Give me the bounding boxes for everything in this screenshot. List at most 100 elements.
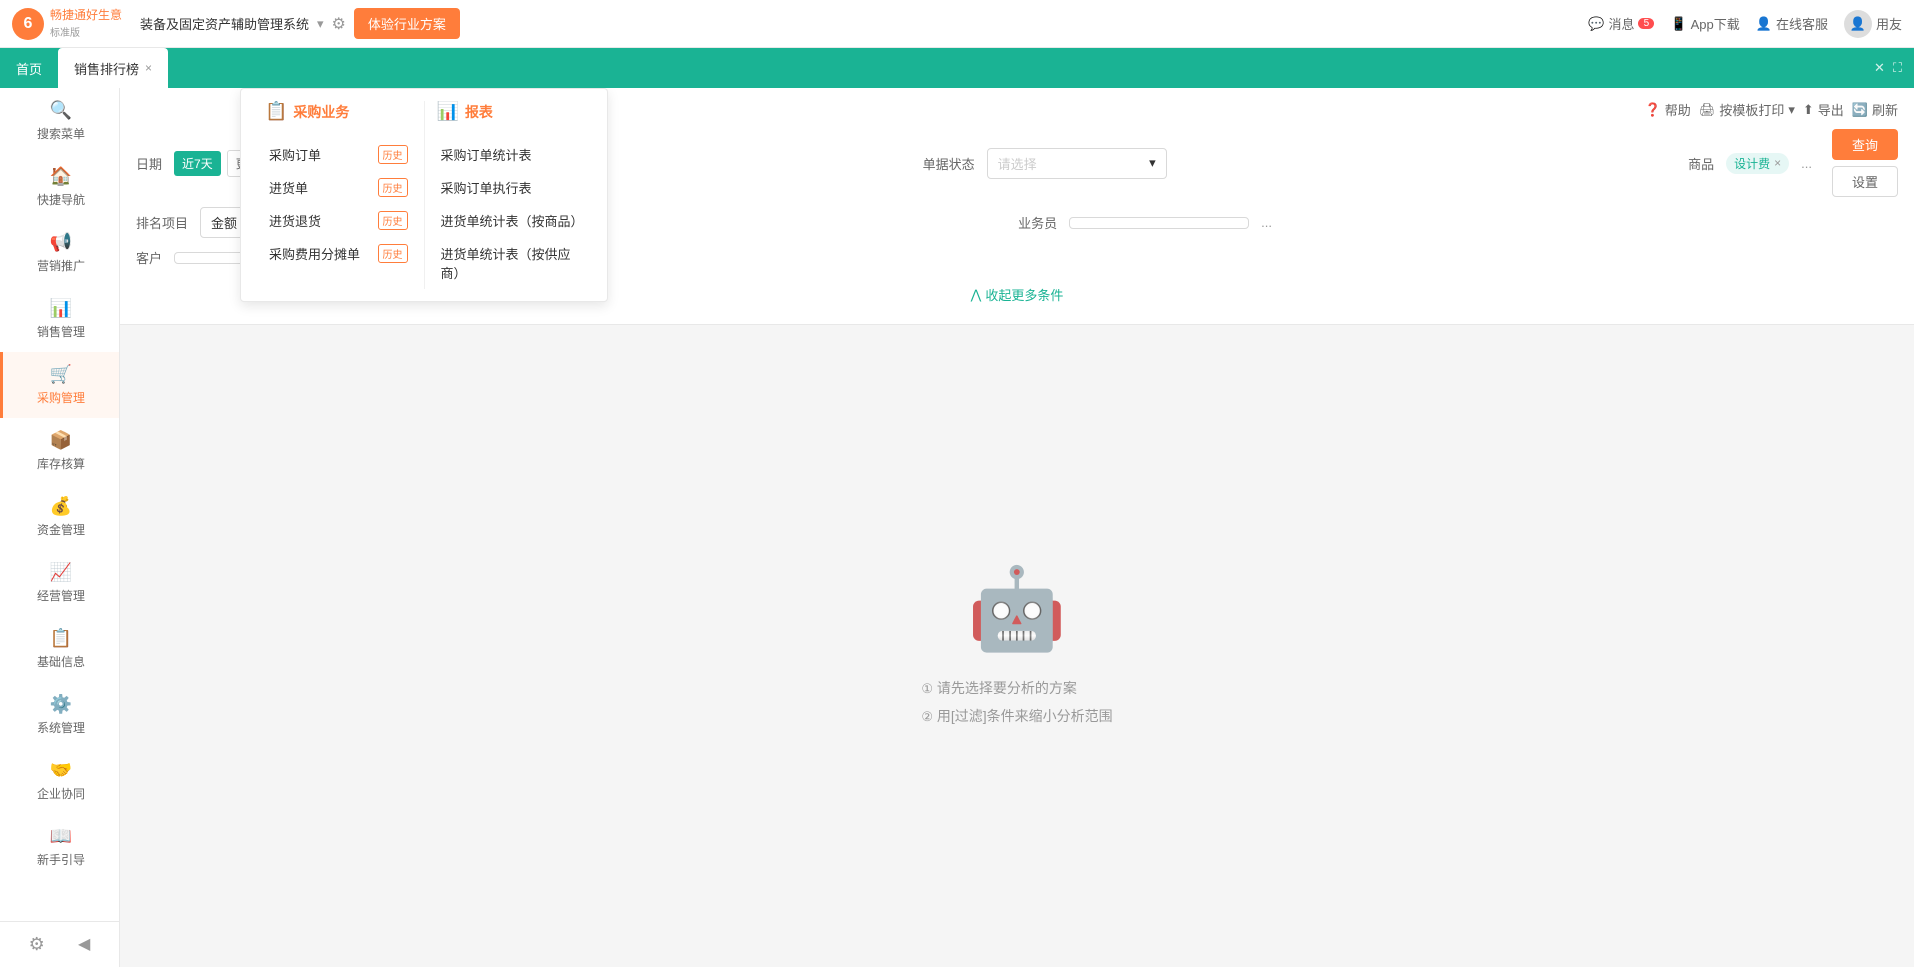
app-download-action[interactable]: 📱 App下载 — [1670, 14, 1739, 33]
order-stats-label: 采购订单统计表 — [441, 145, 532, 164]
user-avatar: 👤 — [1844, 10, 1872, 38]
dropdown-col1-title: 📋 采购业务 — [265, 101, 412, 130]
customer-label: 客户 — [136, 248, 162, 267]
sidebar-item-label: 系统管理 — [37, 719, 85, 736]
tab-home[interactable]: 首页 — [0, 48, 58, 88]
sidebar-item-label: 搜索菜单 — [37, 125, 85, 142]
phone-icon: 📱 — [1670, 16, 1686, 32]
tab-controls: ✕ ⛶ — [1862, 60, 1914, 76]
header-right: 💬 消息 5 📱 App下载 👤 在线客服 👤 用友 — [1588, 10, 1902, 38]
app-label: App下载 — [1691, 14, 1740, 33]
history-badge-3: 历史 — [378, 211, 408, 230]
tab-sales-label: 销售排行榜 — [74, 59, 139, 78]
industry-btn[interactable]: 体验行业方案 — [354, 8, 460, 39]
purchase-order-label: 采购订单 — [269, 145, 321, 164]
col1-title-text: 采购业务 — [293, 102, 349, 122]
dropdown-overlay: 📋 采购业务 采购订单 历史 进货单 历史 进货退货 历史 — [240, 88, 1914, 967]
sidebar-item-label: 库存核算 — [37, 455, 85, 472]
dropdown-col-purchase: 📋 采购业务 采购订单 历史 进货单 历史 进货退货 历史 — [253, 101, 424, 289]
message-badge: 5 — [1638, 18, 1654, 29]
rank-label: 排名项目 — [136, 213, 188, 232]
system-title-area: 装备及固定资产辅助管理系统 ▾ ⚙ 体验行业方案 — [140, 8, 1580, 39]
message-icon: 💬 — [1588, 16, 1604, 32]
settings-bottom-icon[interactable]: ⚙ — [29, 934, 45, 955]
title-settings-icon[interactable]: ⚙ — [332, 14, 346, 34]
sidebar-item-label: 资金管理 — [37, 521, 85, 538]
dropdown-item-purchase-return[interactable]: 进货退货 历史 — [265, 204, 412, 237]
sidebar-item-inventory[interactable]: 📦 库存核算 — [0, 418, 119, 484]
sidebar-item-marketing[interactable]: 📢 营销推广 — [0, 220, 119, 286]
date-label: 日期 — [136, 154, 162, 173]
col2-title-text: 报表 — [465, 102, 493, 122]
brand-tag: 标准版 — [50, 24, 122, 39]
purchase-icon: 🛒 — [50, 364, 72, 385]
dropdown-item-order-stats[interactable]: 采购订单统计表 — [437, 138, 584, 171]
tab-close-window-icon[interactable]: ✕ — [1874, 60, 1885, 76]
logo-area: 6 畅捷通好生意 标准版 — [12, 8, 132, 40]
sales-icon: 📊 — [50, 298, 72, 319]
tab-close-icon[interactable]: × — [145, 61, 152, 75]
sidebar-item-label: 快捷导航 — [37, 191, 85, 208]
dropdown-item-order-exec[interactable]: 采购订单执行表 — [437, 171, 584, 204]
inventory-icon: 📦 — [50, 430, 72, 451]
sidebar-item-enterprise[interactable]: 🤝 企业协同 — [0, 748, 119, 814]
content-area: ❓ 帮助 🖨 按模板打印 ▾ ⬆ 导出 🔄 刷新 — [120, 88, 1914, 967]
sidebar-item-label: 企业协同 — [37, 785, 85, 802]
service-icon: 👤 — [1756, 16, 1772, 32]
sidebar-item-operation[interactable]: 📈 经营管理 — [0, 550, 119, 616]
marketing-icon: 📢 — [50, 232, 72, 253]
sidebar-item-purchase[interactable]: 🛒 采购管理 — [0, 352, 119, 418]
collapse-bottom-icon[interactable]: ◀ — [78, 934, 90, 955]
rank-value: 金额 — [211, 213, 237, 232]
home-icon: 🏠 — [50, 166, 72, 187]
brand-name: 畅捷通好生意 — [50, 8, 122, 24]
tab-bar: 首页 销售排行榜 × ✕ ⛶ — [0, 48, 1914, 88]
dropdown-item-purchase-in[interactable]: 进货单 历史 — [265, 171, 412, 204]
sidebar-item-label: 采购管理 — [37, 389, 85, 406]
dropdown-item-in-supplier[interactable]: 进货单统计表（按供应商） — [437, 237, 584, 289]
sidebar-item-finance[interactable]: 💰 资金管理 — [0, 484, 119, 550]
sidebar-item-basic[interactable]: 📋 基础信息 — [0, 616, 119, 682]
sidebar-item-nav[interactable]: 🏠 快捷导航 — [0, 154, 119, 220]
home-tab-label: 首页 — [16, 59, 42, 78]
title-arrow-icon[interactable]: ▾ — [317, 16, 324, 32]
col1-icon: 📋 — [265, 101, 287, 122]
history-badge-2: 历史 — [378, 178, 408, 197]
sidebar-item-label: 销售管理 — [37, 323, 85, 340]
date-7d-btn[interactable]: 近7天 — [174, 151, 221, 176]
tab-expand-icon[interactable]: ⛶ — [1893, 60, 1902, 76]
dropdown-item-in-goods[interactable]: 进货单统计表（按商品） — [437, 204, 584, 237]
sidebar-item-label: 经营管理 — [37, 587, 85, 604]
dropdown-item-purchase-order[interactable]: 采购订单 历史 — [265, 138, 412, 171]
dropdown-col2-title: 📊 报表 — [437, 101, 584, 130]
finance-icon: 💰 — [50, 496, 72, 517]
sidebar-item-system[interactable]: ⚙️ 系统管理 — [0, 682, 119, 748]
sidebar-item-guide[interactable]: 📖 新手引导 — [0, 814, 119, 880]
sidebar-item-label: 基础信息 — [37, 653, 85, 670]
sidebar-item-label: 新手引导 — [37, 851, 85, 868]
tab-sales-ranking[interactable]: 销售排行榜 × — [58, 48, 168, 88]
dropdown-col-reports: 📊 报表 采购订单统计表 采购订单执行表 进货单统计表（按商品） 进货单统计表（… — [424, 101, 596, 289]
sidebar-item-label: 营销推广 — [37, 257, 85, 274]
dropdown-item-purchase-expense[interactable]: 采购费用分摊单 历史 — [265, 237, 412, 270]
col2-icon: 📊 — [437, 101, 459, 122]
guide-icon: 📖 — [50, 826, 72, 847]
sidebar: 🔍 搜索菜单 🏠 快捷导航 📢 营销推广 📊 销售管理 🛒 采购管理 📦 库存核… — [0, 88, 120, 967]
basic-icon: 📋 — [50, 628, 72, 649]
purchase-return-label: 进货退货 — [269, 211, 321, 230]
user-label: 用友 — [1876, 14, 1902, 33]
online-service-action[interactable]: 👤 在线客服 — [1756, 14, 1828, 33]
in-goods-label: 进货单统计表（按商品） — [441, 211, 580, 230]
messages-action[interactable]: 💬 消息 5 — [1588, 14, 1654, 33]
purchase-in-label: 进货单 — [269, 178, 308, 197]
user-area[interactable]: 👤 用友 — [1844, 10, 1902, 38]
sidebar-bottom: ⚙ ◀ — [0, 921, 119, 967]
sidebar-item-search[interactable]: 🔍 搜索菜单 — [0, 88, 119, 154]
order-exec-label: 采购订单执行表 — [441, 178, 532, 197]
system-icon: ⚙️ — [50, 694, 72, 715]
system-title: 装备及固定资产辅助管理系统 — [140, 14, 309, 33]
logo-icon: 6 — [12, 8, 44, 40]
sidebar-item-sales[interactable]: 📊 销售管理 — [0, 286, 119, 352]
operation-icon: 📈 — [50, 562, 72, 583]
purchase-expense-label: 采购费用分摊单 — [269, 244, 360, 263]
